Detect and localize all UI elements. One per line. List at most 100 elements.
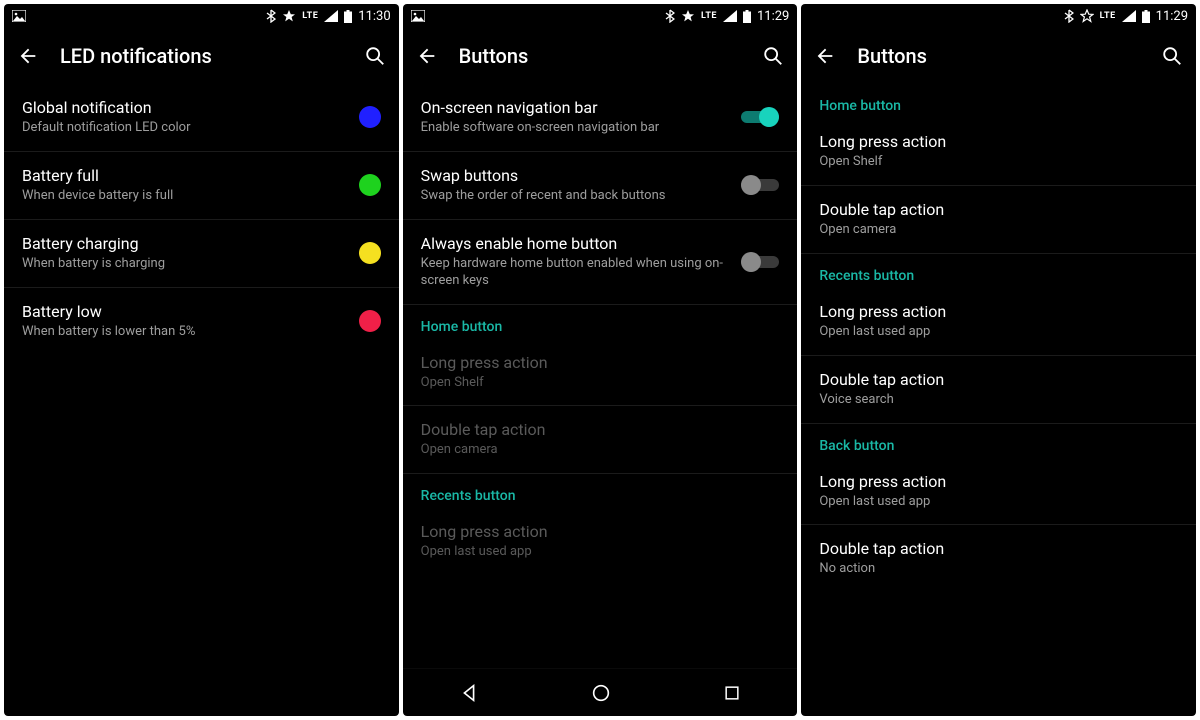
star-outline-icon	[1080, 9, 1094, 23]
settings-list: Global notification Default notification …	[4, 84, 399, 716]
led-item-battery-full[interactable]: Battery full When device battery is full	[4, 152, 399, 220]
star-icon	[681, 9, 695, 23]
battery-icon	[344, 10, 352, 23]
item-subtitle: Open Shelf	[819, 154, 1178, 171]
item-title: Double tap action	[819, 370, 1178, 390]
nav-back-icon[interactable]	[458, 682, 480, 704]
led-color-dot	[359, 242, 381, 264]
app-bar: LED notifications	[4, 28, 399, 84]
app-bar: Buttons	[403, 28, 798, 84]
item-subtitle: When battery is charging	[22, 256, 343, 273]
screen-buttons-actions: LTE 11:29 Buttons Home button Long press…	[801, 4, 1196, 716]
item-title: Battery charging	[22, 234, 343, 254]
clock: 11:29	[1156, 9, 1188, 24]
status-bar: LTE 11:29	[801, 4, 1196, 28]
led-item-battery-low[interactable]: Battery low When battery is lower than 5%	[4, 288, 399, 355]
star-icon	[282, 9, 296, 23]
gallery-icon	[12, 10, 26, 22]
item-subtitle: Open last used app	[819, 494, 1178, 511]
back-arrow-icon[interactable]	[413, 42, 441, 70]
item-subtitle: Open Shelf	[421, 375, 780, 392]
section-header-home: Home button	[801, 84, 1196, 118]
bluetooth-icon	[1064, 9, 1074, 23]
search-icon[interactable]	[759, 42, 787, 70]
toggle-switch[interactable]	[741, 252, 779, 272]
nav-home-icon[interactable]	[590, 682, 612, 704]
item-title: Long press action	[421, 522, 780, 542]
signal-icon	[723, 10, 737, 22]
led-item-battery-charging[interactable]: Battery charging When battery is charging	[4, 220, 399, 288]
item-subtitle: Keep hardware home button enabled when u…	[421, 256, 726, 290]
toggle-onscreen-nav[interactable]: On-screen navigation barEnable software …	[403, 84, 798, 152]
item-subtitle: Swap the order of recent and back button…	[421, 188, 726, 205]
item-title: Battery full	[22, 166, 343, 186]
item-subtitle: Open last used app	[819, 324, 1178, 341]
item-back-longpress[interactable]: Long press action Open last used app	[801, 458, 1196, 526]
item-home-doubletap[interactable]: Double tap action Open camera	[403, 406, 798, 474]
page-title: Buttons	[459, 44, 760, 68]
item-home-doubletap[interactable]: Double tap actionOpen camera	[801, 186, 1196, 254]
settings-list: On-screen navigation barEnable software …	[403, 84, 798, 668]
item-subtitle: Enable software on-screen navigation bar	[421, 120, 726, 137]
screen-led-notifications: LTE 11:30 LED notifications Global notif…	[4, 4, 399, 716]
gallery-icon	[411, 10, 425, 22]
item-title: Double tap action	[819, 539, 1178, 559]
bluetooth-icon	[665, 9, 675, 23]
item-title: Battery low	[22, 302, 343, 322]
lte-indicator: LTE	[302, 11, 318, 21]
led-color-dot	[359, 174, 381, 196]
item-title: Long press action	[819, 302, 1178, 322]
item-recents-longpress[interactable]: Long press action Open last used app	[403, 508, 798, 575]
section-header-recents: Recents button	[403, 474, 798, 508]
signal-icon	[324, 10, 338, 22]
page-title: LED notifications	[60, 44, 361, 68]
back-arrow-icon[interactable]	[14, 42, 42, 70]
section-header-back: Back button	[801, 424, 1196, 458]
clock: 11:29	[757, 9, 789, 24]
item-subtitle: Open last used app	[421, 544, 780, 561]
nav-recents-icon[interactable]	[722, 683, 742, 703]
item-back-doubletap[interactable]: Double tap action No action	[801, 525, 1196, 592]
item-subtitle: Open camera	[819, 222, 1178, 239]
item-subtitle: Open camera	[421, 442, 780, 459]
item-title: Double tap action	[421, 420, 780, 440]
item-subtitle: Voice search	[819, 392, 1178, 409]
toggle-switch[interactable]	[741, 175, 779, 195]
item-title: Swap buttons	[421, 166, 726, 186]
item-title: Long press action	[421, 353, 780, 373]
search-icon[interactable]	[361, 42, 389, 70]
item-subtitle: When device battery is full	[22, 188, 343, 205]
back-arrow-icon[interactable]	[811, 42, 839, 70]
status-bar: LTE 11:30	[4, 4, 399, 28]
settings-list: Home button Long press actionOpen Shelf …	[801, 84, 1196, 716]
section-header-home: Home button	[403, 305, 798, 339]
item-title: Global notification	[22, 98, 343, 118]
navigation-bar	[403, 668, 798, 716]
page-title: Buttons	[857, 44, 1158, 68]
lte-indicator: LTE	[701, 11, 717, 21]
item-subtitle: When battery is lower than 5%	[22, 324, 343, 341]
lte-indicator: LTE	[1100, 11, 1116, 21]
item-home-longpress[interactable]: Long press action Open Shelf	[801, 118, 1196, 186]
item-recents-doubletap[interactable]: Double tap action Voice search	[801, 356, 1196, 424]
bluetooth-icon	[266, 9, 276, 23]
screen-buttons-toggles: LTE 11:29 Buttons On-screen navigation b…	[403, 4, 798, 716]
clock: 11:30	[358, 9, 390, 24]
section-header-recents: Recents button	[801, 254, 1196, 288]
search-icon[interactable]	[1158, 42, 1186, 70]
toggle-swap-buttons[interactable]: Swap buttons Swap the order of recent and…	[403, 152, 798, 220]
toggle-always-home[interactable]: Always enable home buttonKeep hardware h…	[403, 220, 798, 305]
led-color-dot	[359, 106, 381, 128]
item-title: Long press action	[819, 132, 1178, 152]
item-home-longpress[interactable]: Long press action Open Shelf	[403, 339, 798, 407]
item-recents-longpress[interactable]: Long press action Open last used app	[801, 288, 1196, 356]
led-item-global[interactable]: Global notification Default notification …	[4, 84, 399, 152]
toggle-switch[interactable]	[741, 107, 779, 127]
item-subtitle: No action	[819, 561, 1178, 578]
item-title: Always enable home button	[421, 234, 726, 254]
status-bar: LTE 11:29	[403, 4, 798, 28]
battery-icon	[1142, 10, 1150, 23]
item-title: Long press action	[819, 472, 1178, 492]
led-color-dot	[359, 310, 381, 332]
item-subtitle: Default notification LED color	[22, 120, 343, 137]
